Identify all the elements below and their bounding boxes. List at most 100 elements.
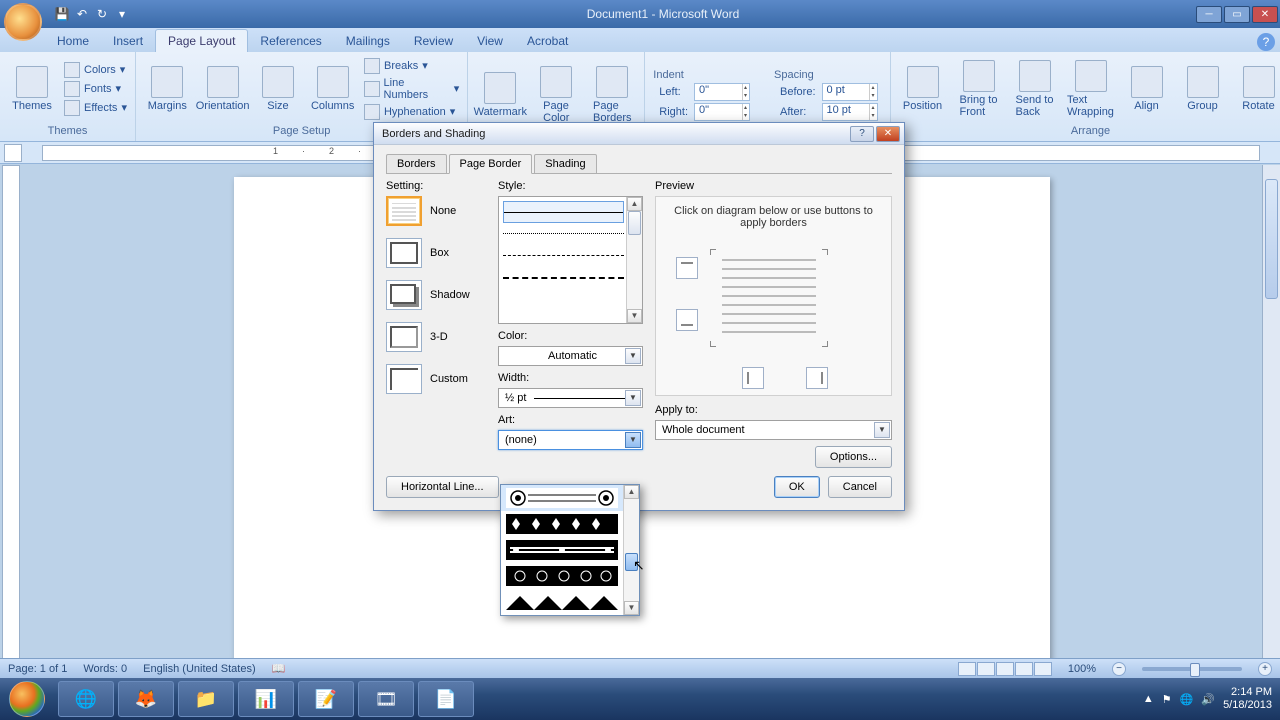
preview-top-border-button[interactable] bbox=[676, 257, 698, 279]
office-button[interactable] bbox=[4, 3, 42, 41]
cancel-button[interactable]: Cancel bbox=[828, 476, 892, 498]
tray-up-icon[interactable]: ▲ bbox=[1143, 693, 1154, 705]
dialog-titlebar[interactable]: Borders and Shading ? ✕ bbox=[374, 123, 904, 145]
chevron-down-icon[interactable]: ▼ bbox=[874, 422, 890, 438]
columns-button[interactable]: Columns bbox=[309, 66, 356, 112]
view-full-screen[interactable] bbox=[977, 662, 995, 676]
style-option[interactable] bbox=[503, 245, 624, 267]
fonts-button[interactable]: Fonts ▾ bbox=[64, 81, 127, 97]
taskbar-media[interactable]: 🎞 bbox=[358, 681, 414, 717]
scroll-down-icon[interactable]: ▼ bbox=[624, 601, 639, 615]
preview-diagram[interactable] bbox=[714, 253, 824, 343]
style-option[interactable] bbox=[503, 289, 624, 311]
redo-icon[interactable]: ↻ bbox=[94, 6, 110, 22]
dialog-close-button[interactable]: ✕ bbox=[876, 126, 900, 142]
indent-right-input[interactable]: 0" bbox=[694, 103, 750, 121]
art-dropdown-list[interactable]: ▲ ▼ bbox=[500, 484, 640, 616]
color-combo[interactable]: Automatic ▼ bbox=[498, 346, 643, 366]
tray-network-icon[interactable]: 🌐 bbox=[1180, 693, 1194, 706]
indent-left-input[interactable]: 0" bbox=[694, 83, 750, 101]
chevron-down-icon[interactable]: ▼ bbox=[625, 390, 641, 406]
setting-none[interactable]: None bbox=[386, 196, 486, 226]
view-outline[interactable] bbox=[1015, 662, 1033, 676]
vertical-scrollbar[interactable] bbox=[1262, 165, 1280, 659]
view-web-layout[interactable] bbox=[996, 662, 1014, 676]
send-to-back-button[interactable]: Send to Back bbox=[1011, 60, 1059, 118]
spacing-after-input[interactable]: 10 pt bbox=[822, 103, 878, 121]
zoom-out-button[interactable]: − bbox=[1112, 662, 1126, 676]
preview-bottom-border-button[interactable] bbox=[676, 309, 698, 331]
chevron-down-icon[interactable]: ▼ bbox=[625, 432, 641, 448]
bring-to-front-button[interactable]: Bring to Front bbox=[955, 60, 1003, 118]
setting-3d[interactable]: 3-D bbox=[386, 322, 486, 352]
qat-dropdown-icon[interactable]: ▾ bbox=[114, 6, 130, 22]
maximize-button[interactable]: ▭ bbox=[1224, 6, 1250, 23]
hyphenation-button[interactable]: Hyphenation ▾ bbox=[364, 104, 459, 120]
page-borders-button[interactable]: Page Borders bbox=[588, 66, 636, 124]
rotate-button[interactable]: Rotate bbox=[1235, 66, 1280, 112]
scroll-down-icon[interactable]: ▼ bbox=[627, 309, 642, 323]
style-listbox[interactable]: ▲ ▼ bbox=[498, 196, 643, 324]
themes-button[interactable]: Themes bbox=[8, 66, 56, 112]
tab-view[interactable]: View bbox=[465, 30, 515, 52]
apply-to-combo[interactable]: Whole document ▼ bbox=[655, 420, 892, 440]
scroll-up-icon[interactable]: ▲ bbox=[624, 485, 639, 499]
art-option[interactable] bbox=[501, 485, 623, 511]
taskbar-chrome[interactable]: 🌐 bbox=[58, 681, 114, 717]
tab-selector[interactable] bbox=[4, 144, 22, 162]
tab-review[interactable]: Review bbox=[402, 30, 465, 52]
tray-clock[interactable]: 2:14 PM 5/18/2013 bbox=[1223, 686, 1272, 712]
dialog-tab-page-border[interactable]: Page Border bbox=[449, 154, 533, 174]
minimize-button[interactable]: ─ bbox=[1196, 6, 1222, 23]
art-option[interactable] bbox=[501, 511, 623, 537]
taskbar-word[interactable]: 📄 bbox=[418, 681, 474, 717]
page-color-button[interactable]: Page Color bbox=[532, 66, 580, 124]
zoom-in-button[interactable]: + bbox=[1258, 662, 1272, 676]
position-button[interactable]: Position bbox=[899, 66, 947, 112]
dialog-tab-shading[interactable]: Shading bbox=[534, 154, 596, 174]
view-print-layout[interactable] bbox=[958, 662, 976, 676]
style-option[interactable] bbox=[503, 201, 624, 223]
breaks-button[interactable]: Breaks ▾ bbox=[364, 58, 459, 74]
art-option[interactable] bbox=[501, 563, 623, 589]
art-combo[interactable]: (none) ▼ bbox=[498, 430, 643, 450]
ok-button[interactable]: OK bbox=[774, 476, 820, 498]
chevron-down-icon[interactable]: ▼ bbox=[625, 348, 641, 364]
tab-home[interactable]: Home bbox=[45, 30, 101, 52]
tab-page-layout[interactable]: Page Layout bbox=[155, 29, 248, 52]
close-button[interactable]: ✕ bbox=[1252, 6, 1278, 23]
taskbar-explorer[interactable]: 📁 bbox=[178, 681, 234, 717]
orientation-button[interactable]: Orientation bbox=[199, 66, 247, 112]
undo-icon[interactable]: ↶ bbox=[74, 6, 90, 22]
width-combo[interactable]: ½ pt ▼ bbox=[498, 388, 643, 408]
tray-flag-icon[interactable]: ⚑ bbox=[1162, 693, 1172, 706]
tab-acrobat[interactable]: Acrobat bbox=[515, 30, 580, 52]
style-scrollbar[interactable]: ▲ ▼ bbox=[626, 197, 642, 323]
setting-custom[interactable]: Custom bbox=[386, 364, 486, 394]
art-dropdown-scrollbar[interactable]: ▲ ▼ bbox=[623, 485, 639, 615]
text-wrapping-button[interactable]: Text Wrapping bbox=[1067, 60, 1115, 118]
tray-volume-icon[interactable]: 🔊 bbox=[1201, 693, 1215, 706]
horizontal-line-button[interactable]: Horizontal Line... bbox=[386, 476, 499, 498]
save-icon[interactable]: 💾 bbox=[54, 6, 70, 22]
size-button[interactable]: Size bbox=[255, 66, 302, 112]
tab-mailings[interactable]: Mailings bbox=[334, 30, 402, 52]
margins-button[interactable]: Margins bbox=[144, 66, 191, 112]
dialog-tab-borders[interactable]: Borders bbox=[386, 154, 447, 174]
preview-left-border-button[interactable] bbox=[742, 367, 764, 389]
setting-box[interactable]: Box bbox=[386, 238, 486, 268]
spellcheck-icon[interactable]: 📖 bbox=[272, 662, 286, 675]
art-option[interactable] bbox=[501, 589, 623, 615]
align-button[interactable]: Align bbox=[1123, 66, 1171, 112]
style-option[interactable] bbox=[503, 223, 624, 245]
style-option[interactable] bbox=[503, 267, 624, 289]
effects-button[interactable]: Effects ▾ bbox=[64, 100, 127, 116]
dialog-help-button[interactable]: ? bbox=[850, 126, 874, 142]
status-words[interactable]: Words: 0 bbox=[83, 663, 127, 675]
options-button[interactable]: Options... bbox=[815, 446, 892, 468]
view-draft[interactable] bbox=[1034, 662, 1052, 676]
taskbar-firefox[interactable]: 🦊 bbox=[118, 681, 174, 717]
group-button[interactable]: Group bbox=[1179, 66, 1227, 112]
vertical-ruler[interactable] bbox=[2, 165, 20, 659]
colors-button[interactable]: Colors ▾ bbox=[64, 62, 127, 78]
